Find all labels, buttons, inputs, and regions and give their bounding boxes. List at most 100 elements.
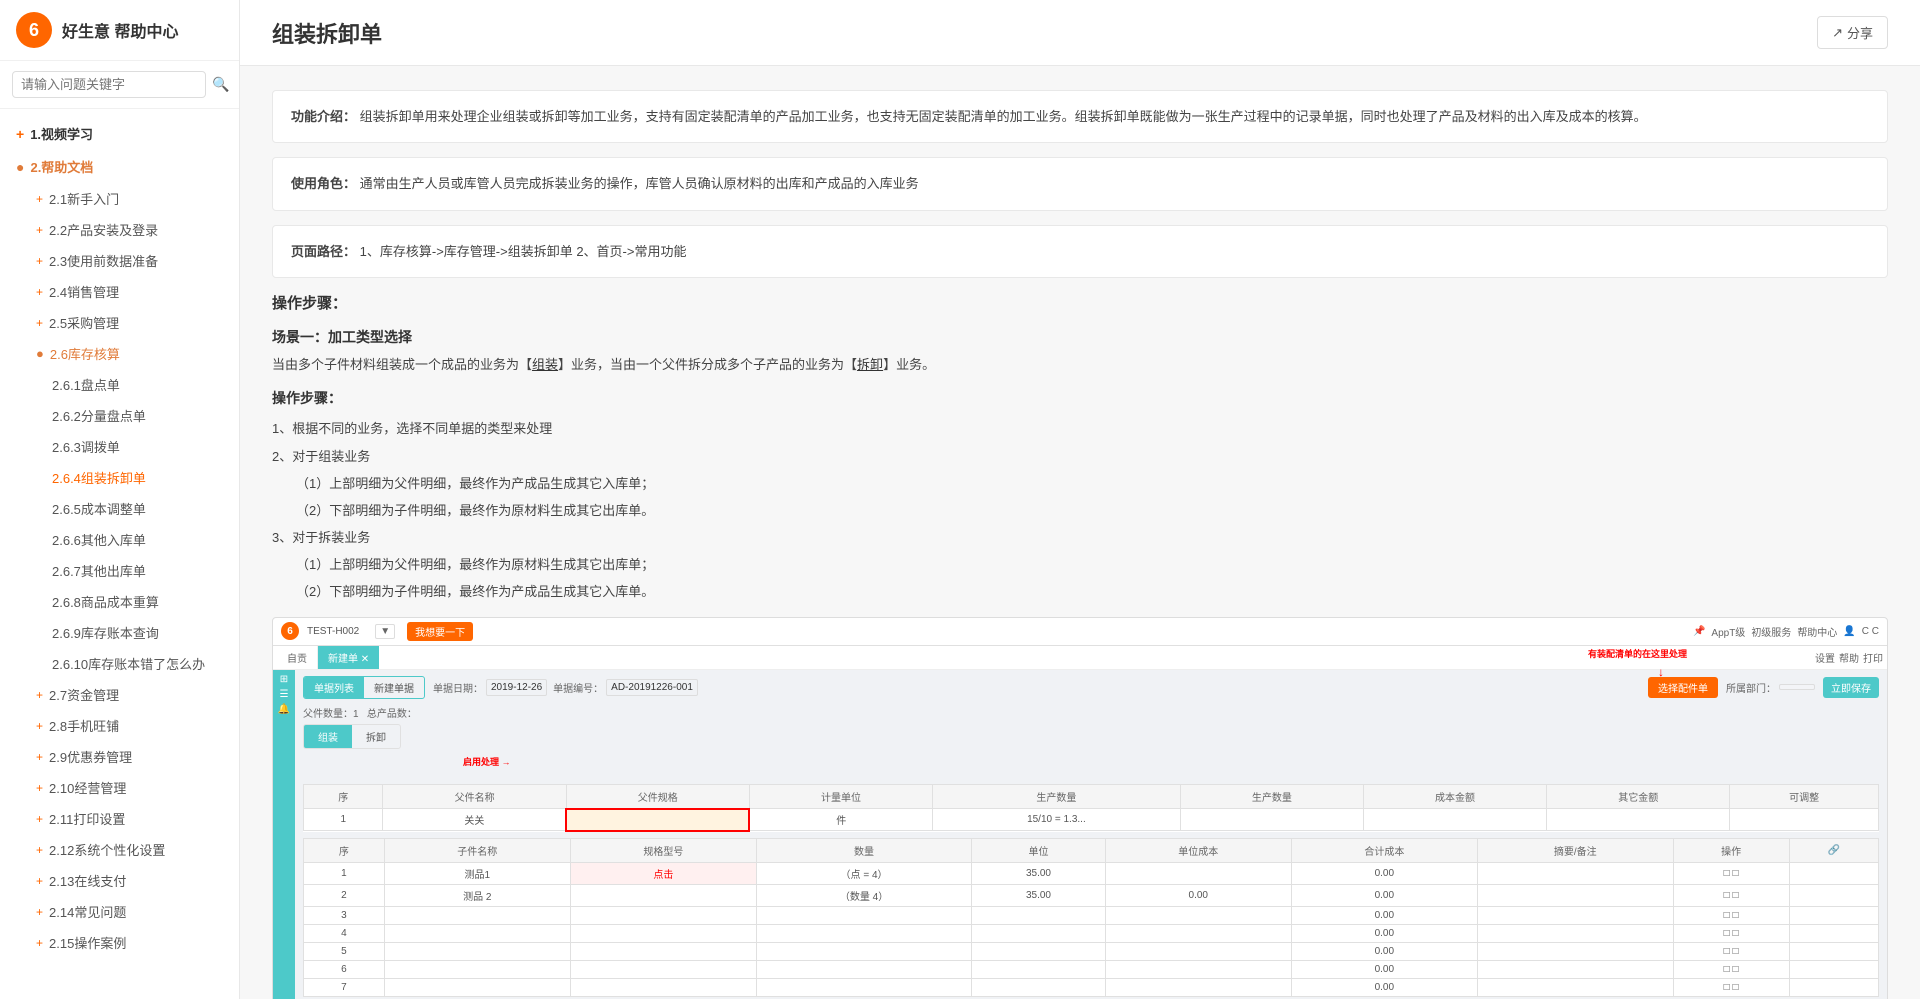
sim-col-parent-spec: 父件规格 [566,784,749,809]
sidebar-item-s2_6_3[interactable]: 2.6.3调拨单 [36,431,239,462]
sidebar-item-s2_1[interactable]: +2.1新手入门 [20,183,239,214]
sidebar-item-s2_3[interactable]: +2.3使用前数据准备 [20,245,239,276]
sidebar-item-s2_6_7[interactable]: 2.6.7其他出库单 [36,555,239,586]
sim-lower-col-ops: 操作 [1673,838,1789,862]
sim-lower-col-qty: 数量 [756,838,971,862]
sidebar-item-s2_6_10[interactable]: 2.6.10库存账本错了怎么办 [36,648,239,679]
step-1: 1、根据不同的业务，选择不同单据的类型来处理 [272,416,1888,442]
search-input[interactable] [12,71,206,98]
sidebar-item-s2_11[interactable]: +2.11打印设置 [20,803,239,834]
intro-box: 功能介绍： 组装拆卸单用来处理企业组装或拆卸等加工业务，支持有固定装配清单的产品… [272,90,1888,143]
sim-type-row: 单据列表 新建单据 单据日期： 2019-12-26 单据编号： [303,676,1879,699]
sidebar-item-s2_9[interactable]: +2.9优惠券管理 [20,741,239,772]
sim-dept-input [1779,684,1815,690]
sim-app-label: AppT级 [1711,624,1745,639]
sim-icon-pin: 📌 [1693,626,1705,637]
sim-nav-tabs: 自贡 新建单 ✕ [277,646,379,669]
path-text: 1、库存核算->库存管理->组装拆卸单 2、首页->常用功能 [360,244,687,259]
sim-field-code: 单据编号： AD-20191226-001 [553,679,698,696]
sidebar-item-s2_7[interactable]: +2.7资金管理 [20,679,239,710]
sim-lower-row-7: 70.00□ □ [304,978,1879,996]
sidebar-header: 6 好生意 帮助中心 [0,0,239,61]
sidebar-item-s2_8[interactable]: +2.8手机旺铺 [20,710,239,741]
sidebar-item-s2_12[interactable]: +2.12系统个性化设置 [20,834,239,865]
sim-code-value: AD-20191226-001 [606,679,698,696]
sub-list-2: （1）上部明细为父件明细，最终作为原材料生成其它出库单； （2）下部明细为子件明… [272,553,1888,604]
sim-dept-label: 所属部门： [1726,680,1776,695]
sim-assembly-toggle: 组装 拆卸 组装业务、拆卸业务在这里切换 [303,724,401,749]
sim-col-unit: 计量单位 [749,784,932,809]
sim-lower-col-spec: 规格型号 [570,838,756,862]
sidebar-item-s2_13[interactable]: +2.13在线支付 [20,865,239,896]
logo-icon: 6 [16,12,52,48]
main-content: 功能介绍： 组装拆卸单用来处理企业组装或拆卸等加工业务，支持有固定装配清单的产品… [240,66,1920,999]
sidebar-item-s2_6[interactable]: ●2.6库存核算 [20,338,239,369]
share-button[interactable]: ↗ 分享 [1817,16,1888,49]
sidebar-item-s1[interactable]: + 1.视频学习 [0,117,239,150]
sim-right-nav: 设置 帮助 打印 [1815,650,1883,665]
sim-type-new-doc: 新建单据 [364,677,424,698]
sim-arrow-1: ↓ [1658,665,1664,679]
sim-main-area: ⊞ ☰ 🔔 单据列表 新建单据 [273,670,1887,999]
ops-title: 操作步骤： [272,292,1888,313]
sim-lower-row-4: 40.00□ □ [304,924,1879,942]
sim-lower-col-unit: 单位 [972,838,1106,862]
sim-select-btn-container: 选择配件单 有装配清单的在这里处理 ↓ [1648,677,1718,698]
nav-children-s2: +2.1新手入门 +2.2产品安装及登录 +2.3使用前数据准备 +2.4销售管… [0,183,239,958]
sidebar-item-s2_4[interactable]: +2.4销售管理 [20,276,239,307]
sim-cc-label: C C [1862,626,1879,637]
sim-col-cost: 成本金额 [1363,784,1546,809]
sim-topbar: 6 TEST-H002 ▼ 我想要一下 📌 AppT级 初级服务 帮助中心 👤 … [273,618,1887,646]
intro-text: 组装拆卸单用来处理企业组装或拆卸等加工业务，支持有固定装配清单的产品加工业务，也… [360,109,1647,124]
sim-lower-row-5: 50.00□ □ [304,942,1879,960]
sim-nav-home: 自贡 [277,646,318,669]
sidebar-item-s2_14[interactable]: +2.14常见问题 [20,896,239,927]
ops-section: 操作步骤： 场景一：加工类型选择 当由多个子件材料组装成一个成品的业务为【组装】… [272,292,1888,604]
sim-type-toggle: 单据列表 新建单据 [303,676,425,699]
main-header: 组装拆卸单 ↗ 分享 [240,0,1920,66]
sim-lower-row-6: 60.00□ □ [304,960,1879,978]
sim-upper-table: 序 父件名称 父件规格 计量单位 生产数量 生产数量 成本金额 其它金额 可调整 [303,784,1879,832]
sidebar-item-s2_6_9[interactable]: 2.6.9库存账本查询 [36,617,239,648]
sidebar-item-s2_6_5[interactable]: 2.6.5成本调整单 [36,493,239,524]
sidebar-item-s2_6_8[interactable]: 2.6.8商品成本重算 [36,586,239,617]
sim-type-doc-list: 单据列表 [304,677,364,698]
nav-tree: + 1.视频学习 ● 2.帮助文档 +2.1新手入门 +2.2产品安装及登录 +… [0,109,239,999]
sim-lower-row-3: 30.00□ □ [304,906,1879,924]
sim-col-seq: 序 [304,784,383,809]
sim-screen: 6 TEST-H002 ▼ 我想要一下 📌 AppT级 初级服务 帮助中心 👤 … [273,618,1887,999]
step-2-1: （1）上部明细为父件明细，最终作为产成品生成其它入库单； [296,472,1888,497]
sim-logo: 6 [281,622,299,640]
sidebar-item-s2_6_2[interactable]: 2.6.2分量盘点单 [36,400,239,431]
sim-disassemble-btn: 拆卸 [352,725,400,748]
sim-col-other: 其它金额 [1547,784,1730,809]
sidebar-item-s2_15[interactable]: +2.15操作案例 [20,927,239,958]
sidebar-item-s2[interactable]: ● 2.帮助文档 [0,150,239,183]
sidebar-item-s2_5[interactable]: +2.5采购管理 [20,307,239,338]
step-3-2: （2）下部明细为子件明细，最终作为产成品生成其它入库单。 [296,580,1888,605]
sim-annotation-3: 启用处理 → [463,755,1879,768]
sim-topbar-right: 📌 AppT级 初级服务 帮助中心 👤 C C [1693,624,1879,639]
sidebar-item-s2_6_6[interactable]: 2.6.6其他入库单 [36,524,239,555]
app-name: 好生意 帮助中心 [62,18,178,42]
sidebar-item-s2_6_1[interactable]: 2.6.1盘点单 [36,369,239,400]
sidebar-item-s2_2[interactable]: +2.2产品安装及登录 [20,214,239,245]
sim-assemble-btn: 组装 [304,725,352,748]
sim-annotation-1: 有装配清单的在这里处理 [1588,647,1687,660]
sim-lower-table-header: 序 子件名称 规格型号 数量 单位 单位成本 合计成本 摘要/备注 操作 [303,838,1879,997]
sim-lower-col-seq: 序 [304,838,385,862]
search-button[interactable]: 🔍 [212,76,229,93]
sim-line-info: 父件数量：1 总产品数： [303,705,1879,720]
sidebar-item-s2_10[interactable]: +2.10经营管理 [20,772,239,803]
sim-nav-help: 帮助 [1839,650,1859,665]
path-label: 页面路径： [291,244,356,259]
sidebar: 6 好生意 帮助中心 🔍 + 1.视频学习 ● 2.帮助文档 +2.1新手入门 [0,0,240,999]
scenario1-title: 场景一：加工类型选择 [272,327,1888,347]
sim-new-doc-btn: 我想要一下 [407,622,473,641]
role-text: 通常由生产人员或库管人员完成拆装业务的操作，库管人员确认原材料的出库和产成品的入… [360,176,919,191]
sim-col-adj: 可调整 [1730,784,1879,809]
sim-upper-row-1: 1 关关 件 15/10 = 1.3... [304,809,1879,831]
search-box: 🔍 [0,61,239,109]
sim-lower-col-name: 子件名称 [384,838,570,862]
sidebar-item-s2_6_4[interactable]: 2.6.4组装拆卸单 [36,462,239,493]
